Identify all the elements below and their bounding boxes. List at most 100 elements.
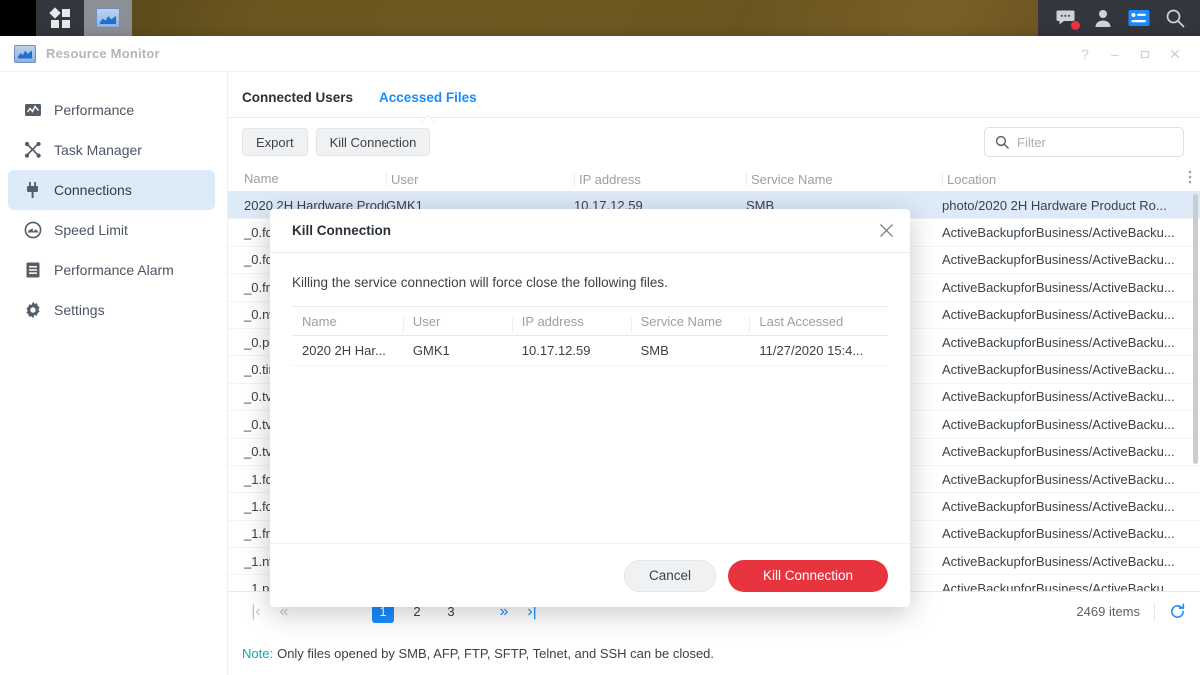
resource-monitor-icon [96, 8, 120, 28]
window-title: Resource Monitor [46, 46, 160, 61]
dialog-header: Kill Connection [270, 209, 910, 253]
dialog-column-ip-address: IP address [512, 314, 631, 329]
column-options-icon[interactable] [1188, 170, 1192, 184]
dialog-column-last-accessed: Last Accessed [749, 314, 888, 329]
speed-limit-icon [24, 221, 42, 239]
sidebar-item-connections[interactable]: Connections [8, 170, 215, 210]
table-scrollbar[interactable] [1193, 194, 1198, 464]
dialog-description: Killing the service connection will forc… [292, 275, 888, 290]
search-icon[interactable] [1164, 7, 1186, 29]
filter-placeholder: Filter [1017, 135, 1046, 150]
app-grid-icon [51, 9, 70, 28]
column-header-user[interactable]: User [386, 172, 574, 186]
export-button[interactable]: Export [242, 128, 308, 156]
divider [1154, 603, 1155, 621]
cancel-button[interactable]: Cancel [624, 560, 716, 592]
kill-connection-dialog: Kill Connection Killing the service conn… [270, 209, 910, 607]
sidebar-item-task-manager[interactable]: Task Manager [8, 130, 215, 170]
sidebar-item-performance-alarm[interactable]: Performance Alarm [8, 250, 215, 290]
dialog-table-body: 2020 2H Har...GMK110.17.12.59SMB11/27/20… [292, 336, 888, 366]
note-prefix: Note: [242, 646, 273, 661]
resource-monitor-window: Resource Monitor ? – ✕ [0, 36, 1200, 675]
dialog-cell-user: GMK1 [403, 343, 512, 358]
pagination-right-group: 2469 items [1076, 603, 1186, 621]
taskbar-resource-monitor-button[interactable] [84, 0, 132, 36]
dialog-cell-last_accessed: 11/27/2020 15:4... [749, 343, 888, 358]
resource-monitor-icon [14, 45, 36, 63]
close-button[interactable]: ✕ [1160, 36, 1190, 72]
gear-icon [24, 301, 42, 319]
dialog-table-header: Name User IP address Service Name Last A… [292, 306, 888, 336]
dialog-column-user: User [403, 314, 512, 329]
cell-location: ActiveBackupforBusiness/ActiveBacku... [942, 417, 1200, 432]
confirm-kill-connection-button[interactable]: Kill Connection [728, 560, 888, 592]
close-icon[interactable] [879, 223, 894, 238]
minimize-button[interactable]: – [1100, 36, 1130, 72]
cell-location: ActiveBackupforBusiness/ActiveBacku... [942, 554, 1200, 569]
note-text: Only files opened by SMB, AFP, FTP, SFTP… [277, 646, 714, 661]
taskbar [0, 0, 1200, 36]
refresh-icon[interactable] [1169, 603, 1186, 620]
sidebar-item-performance[interactable]: Performance [8, 90, 215, 130]
tab-connected-users[interactable]: Connected Users [242, 90, 353, 117]
dialog-title: Kill Connection [292, 223, 391, 238]
column-header-ip-address[interactable]: IP address [574, 172, 746, 186]
maximize-button[interactable] [1130, 36, 1160, 72]
sidebar-item-label: Task Manager [54, 142, 142, 158]
sidebar-item-speed-limit[interactable]: Speed Limit [8, 210, 215, 250]
taskbar-tray [1038, 0, 1200, 36]
cell-location: ActiveBackupforBusiness/ActiveBacku... [942, 362, 1200, 377]
help-button[interactable]: ? [1070, 36, 1100, 72]
cell-location: ActiveBackupforBusiness/ActiveBacku... [942, 252, 1200, 267]
notifications-icon[interactable] [1056, 7, 1078, 29]
pagination-first-button[interactable]: |‹ [242, 603, 270, 621]
taskbar-spacer [0, 0, 36, 36]
cell-location: ActiveBackupforBusiness/ActiveBacku... [942, 472, 1200, 487]
desktop: Resource Monitor ? – ✕ [0, 0, 1200, 675]
search-icon [995, 135, 1009, 149]
filter-wrapper: Filter [984, 127, 1184, 157]
widgets-icon[interactable] [1128, 7, 1150, 29]
taskbar-main-menu-button[interactable] [36, 0, 84, 36]
cell-location: ActiveBackupforBusiness/ActiveBacku... [942, 526, 1200, 541]
dialog-column-service-name: Service Name [631, 314, 750, 329]
kill-connection-button[interactable]: Kill Connection [316, 128, 431, 156]
items-count: 2469 items [1076, 604, 1140, 619]
window-title-group: Resource Monitor [0, 45, 160, 63]
dialog-column-name: Name [292, 314, 403, 329]
cell-location: ActiveBackupforBusiness/ActiveBacku... [942, 225, 1200, 240]
cell-location: ActiveBackupforBusiness/ActiveBacku... [942, 335, 1200, 350]
filter-input[interactable]: Filter [984, 127, 1184, 157]
dialog-cell-ip: 10.17.12.59 [512, 343, 631, 358]
dialog-table-row: 2020 2H Har...GMK110.17.12.59SMB11/27/20… [292, 336, 888, 366]
dialog-cell-service: SMB [631, 343, 750, 358]
alarm-log-icon [24, 261, 42, 279]
sidebar-item-settings[interactable]: Settings [8, 290, 215, 330]
sidebar: Performance Task Manager [0, 72, 228, 675]
column-header-location[interactable]: Location [942, 172, 1200, 186]
tab-accessed-files[interactable]: Accessed Files [379, 90, 477, 117]
cell-location: ActiveBackupforBusiness/ActiveBacku... [942, 280, 1200, 295]
task-manager-icon [24, 141, 42, 159]
notification-badge [1071, 21, 1080, 30]
cell-location: ActiveBackupforBusiness/ActiveBacku... [942, 581, 1200, 591]
window-controls: ? – ✕ [1070, 36, 1190, 72]
dialog-cell-name: 2020 2H Har... [292, 343, 403, 358]
sidebar-item-label: Connections [54, 182, 132, 198]
taskbar-app-list [0, 0, 132, 36]
column-header-service-name[interactable]: Service Name [746, 172, 942, 186]
sidebar-item-label: Settings [54, 302, 105, 318]
note-bar: Note: Only files opened by SMB, AFP, FTP… [228, 631, 1200, 675]
window-titlebar[interactable]: Resource Monitor ? – ✕ [0, 36, 1200, 72]
column-header-name[interactable]: Name [240, 171, 386, 186]
sidebar-item-label: Speed Limit [54, 222, 128, 238]
cell-location: photo/2020 2H Hardware Product Ro... [942, 198, 1200, 213]
table-header-row: Name User IP address Service Name Locati… [228, 166, 1200, 192]
plug-icon [24, 181, 42, 199]
performance-icon [24, 101, 42, 119]
dialog-footer: Cancel Kill Connection [270, 543, 910, 607]
toolbar: Export Kill Connection Filter [228, 118, 1200, 166]
sidebar-item-label: Performance Alarm [54, 262, 174, 278]
cell-location: ActiveBackupforBusiness/ActiveBacku... [942, 444, 1200, 459]
user-account-icon[interactable] [1092, 7, 1114, 29]
